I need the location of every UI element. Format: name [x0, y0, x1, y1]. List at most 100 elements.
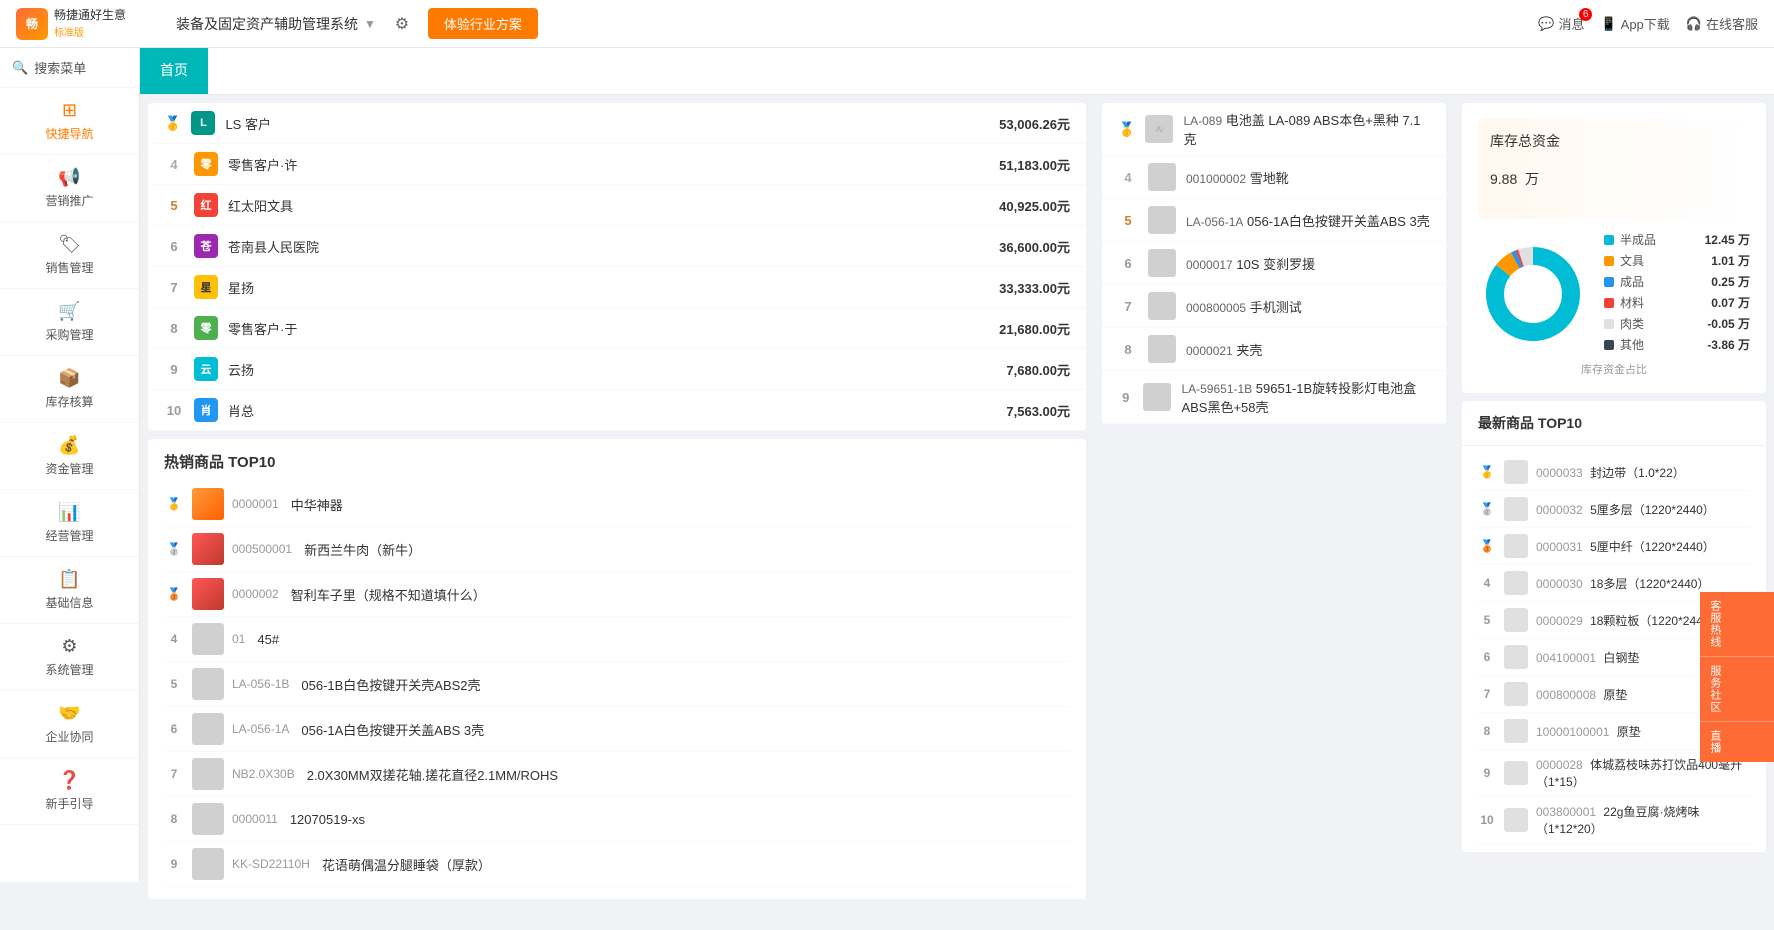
main-content: 首页 🥇 L LS 客户 53,006.26元 4 零	[140, 48, 1774, 907]
table-row: 8 零 零售客户·于 21,680.00元	[148, 308, 1086, 349]
product-info: LA-056-1A 056-1A白色按键开关盖ABS 3壳	[1186, 211, 1430, 230]
product-image	[1148, 206, 1176, 234]
product-image	[192, 578, 224, 610]
product-info: 0000021 夹壳	[1186, 340, 1262, 359]
search-menu-item[interactable]: 🔍 搜索菜单	[0, 48, 139, 88]
content-body: 🥇 L LS 客户 53,006.26元 4 零 零售客户·许 51,183.0…	[140, 95, 1774, 907]
product-image	[192, 668, 224, 700]
grid-icon: ⊞	[62, 100, 77, 121]
list-item: 🥇 0000001 中华神器	[164, 482, 1070, 527]
legend-dot	[1604, 319, 1614, 329]
legend-dot	[1604, 277, 1614, 287]
table-row: 10 肖 肖总 7,563.00元	[148, 390, 1086, 431]
live-button[interactable]: 直播	[1700, 722, 1774, 762]
header-right: 💬 消息 6 📱 App下载 🎧 在线客服	[1538, 14, 1758, 33]
legend-list: 半成品 12.45 万 文具 1.01 万 成品 0.25 万	[1604, 231, 1750, 357]
trial-button[interactable]: 体验行业方案	[428, 8, 538, 39]
product-image	[1148, 335, 1176, 363]
table-row: 5 红 红太阳文具 40,925.00元	[148, 185, 1086, 226]
medal-icon: 🥇	[1118, 121, 1135, 138]
sidebar-item-purchase[interactable]: 🛒 采购管理	[0, 289, 139, 356]
community-button[interactable]: 服务社区	[1700, 657, 1774, 722]
logo-icon: 畅	[16, 8, 48, 40]
product-image	[1504, 682, 1528, 706]
sidebar: 🔍 搜索菜单 ⊞ 快捷导航 📢 营销推广 🏷 销售管理 🛒 采购管理 📦 库存核…	[0, 48, 140, 882]
table-row: 9 云 云扬 7,680.00元	[148, 349, 1086, 390]
logo-sub-text: 标准版	[54, 24, 126, 39]
avatar: 苍	[194, 234, 218, 258]
legend-item: 肉类 -0.05 万	[1604, 315, 1750, 332]
table-row: 9 LA-59651-1B 59651-1B旋转投影灯电池盒ABS黑色+58壳	[1102, 371, 1446, 424]
table-row: 4 001000002 雪地靴	[1102, 156, 1446, 199]
legend-item: 成品 0.25 万	[1604, 273, 1750, 290]
avatar: 云	[194, 357, 218, 381]
product-info: LA-59651-1B 59651-1B旋转投影灯电池盒ABS黑色+58壳	[1181, 378, 1430, 416]
logo-area: 畅 畅捷通好生意 标准版	[16, 8, 156, 40]
product-image	[1504, 761, 1528, 785]
legend-item: 文具 1.01 万	[1604, 252, 1750, 269]
inventory-amount: 9.88 万	[1490, 159, 1738, 191]
sidebar-item-operation[interactable]: 📊 经营管理	[0, 490, 139, 557]
product-image	[1504, 460, 1528, 484]
online-service-button[interactable]: 🎧 在线客服	[1686, 14, 1758, 33]
sidebar-item-sales[interactable]: 🏷 销售管理	[0, 222, 139, 289]
product-image	[1148, 249, 1176, 277]
product-image	[1504, 497, 1528, 521]
float-service: 客服热线 服务社区 直播	[1700, 592, 1774, 762]
left-panel: 🥇 L LS 客户 53,006.26元 4 零 零售客户·许 51,183.0…	[140, 95, 1094, 907]
sidebar-item-corp[interactable]: 🤝 企业协同	[0, 691, 139, 758]
list-item: 🥇 0000033 封边带（1.0*22）	[1478, 454, 1750, 491]
avatar: 零	[194, 152, 218, 176]
avatar: 零	[194, 316, 218, 340]
product-image	[1504, 719, 1528, 743]
headset-icon: 🎧	[1686, 16, 1702, 32]
sidebar-item-quick-nav[interactable]: ⊞ 快捷导航	[0, 88, 139, 155]
hot-products-title: 热销商品 TOP10	[164, 451, 1070, 472]
product-image	[192, 758, 224, 790]
logo-text-block: 畅捷通好生意 标准版	[54, 8, 126, 39]
sidebar-item-finance[interactable]: 💰 资金管理	[0, 423, 139, 490]
table-row: 6 苍 苍南县人民医院 36,600.00元	[148, 226, 1086, 267]
product-info: LA-089 电池盖 LA-089 ABS本色+黑种 7.1克	[1183, 110, 1430, 148]
sidebar-item-marketing[interactable]: 📢 营销推广	[0, 155, 139, 222]
customer-rank-list: 🥇 L LS 客户 53,006.26元 4 零 零售客户·许 51,183.0…	[148, 103, 1086, 431]
system-name[interactable]: 装备及固定资产辅助管理系统 ▼	[176, 14, 376, 34]
list-item: 4 01 45#	[164, 617, 1070, 662]
sidebar-item-inventory[interactable]: 📦 库存核算	[0, 356, 139, 423]
sidebar-item-basic[interactable]: 📋 基础信息	[0, 557, 139, 624]
product-image	[192, 713, 224, 745]
product-info: 0000017 10S 变刹罗援	[1186, 254, 1315, 273]
avatar: 红	[194, 193, 218, 217]
product-image	[192, 623, 224, 655]
sidebar-item-guide[interactable]: ❓ 新手引导	[0, 758, 139, 825]
cog-icon: ⚙	[61, 636, 77, 657]
app-download-button[interactable]: 📱 App下载	[1600, 14, 1669, 33]
handshake-icon: 🤝	[58, 703, 80, 724]
donut-chart	[1478, 239, 1588, 349]
message-icon: 💬	[1538, 16, 1554, 32]
product-image	[1148, 163, 1176, 191]
box-icon: 📦	[58, 368, 80, 389]
product-info: 001000002 雪地靴	[1186, 168, 1289, 187]
legend-item: 其他 -3.86 万	[1604, 336, 1750, 353]
product-image	[1504, 645, 1528, 669]
product-image	[1143, 383, 1171, 411]
logo-main-text: 畅捷通好生意	[54, 8, 126, 24]
tab-home[interactable]: 首页	[140, 48, 208, 94]
sidebar-item-system[interactable]: ⚙ 系统管理	[0, 624, 139, 691]
list-item: 7 NB2.0X30B 2.0X30MM双搓花轴.搓花直径2.1MM/ROHS	[164, 752, 1070, 797]
new-products-header: 最新商品 TOP10	[1462, 401, 1766, 446]
settings-button[interactable]: ⚙	[388, 10, 416, 38]
legend-item: 材料 0.07 万	[1604, 294, 1750, 311]
medal-icon: 🥇	[164, 115, 181, 132]
table-row: 7 星 星扬 33,333.00元	[148, 267, 1086, 308]
inventory-title: 库存总资金	[1490, 131, 1738, 151]
customer-service-button[interactable]: 客服热线	[1700, 592, 1774, 657]
messages-button[interactable]: 💬 消息 6	[1538, 14, 1584, 33]
legend-item: 半成品 12.45 万	[1604, 231, 1750, 248]
money-icon: 💰	[58, 435, 80, 456]
list-item: 🥈 0000032 5厘多层（1220*2440）	[1478, 491, 1750, 528]
list-item: 🥈 000500001 新西兰牛肉（新牛）	[164, 527, 1070, 572]
hot-products-list: 🥇 0000001 中华神器 🥈 000500001 新西兰牛肉（新牛） 🥉	[164, 482, 1070, 887]
table-row: 6 0000017 10S 变刹罗援	[1102, 242, 1446, 285]
